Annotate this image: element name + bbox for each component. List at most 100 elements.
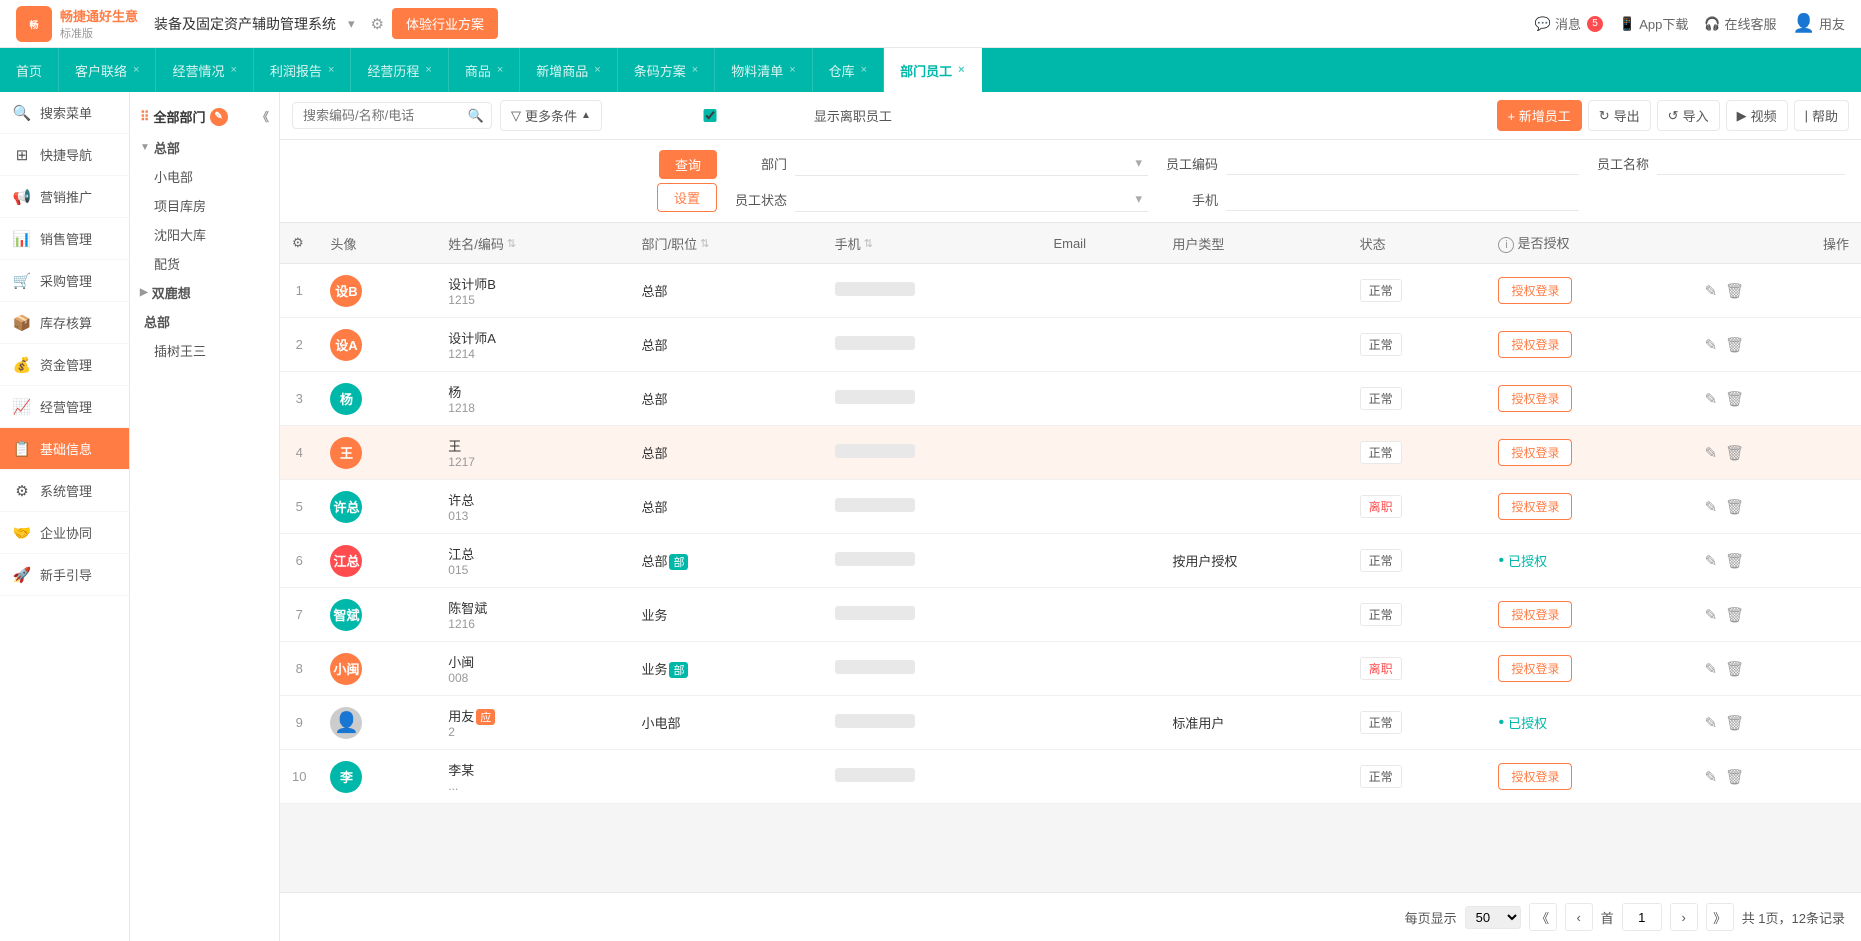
- dept-parent-0[interactable]: ▼ 总部: [130, 133, 279, 162]
- edit-row-button[interactable]: ✎: [1705, 390, 1718, 408]
- nav-tab-首页[interactable]: 首页: [0, 48, 59, 92]
- edit-row-button[interactable]: ✎: [1705, 768, 1718, 786]
- import-button[interactable]: ↺ 导入: [1657, 100, 1720, 131]
- last-page-button[interactable]: 》: [1706, 903, 1734, 931]
- filter-search-button[interactable]: 查询: [659, 150, 717, 179]
- dept-child-1[interactable]: 项目库房: [130, 191, 279, 220]
- col-settings[interactable]: ⚙: [280, 223, 318, 264]
- delete-row-button[interactable]: 🗑: [1725, 444, 1744, 462]
- collapse-tree-button[interactable]: 《: [257, 108, 269, 125]
- auth-login-button[interactable]: 授权登录: [1498, 763, 1572, 790]
- delete-row-button[interactable]: 🗑: [1725, 714, 1744, 732]
- delete-row-button[interactable]: 🗑: [1725, 552, 1744, 570]
- auth-login-button[interactable]: 授权登录: [1498, 385, 1572, 412]
- dept-tree-all[interactable]: ⠿ 全部部门 ✎ 《: [130, 100, 279, 133]
- delete-row-button[interactable]: 🗑: [1725, 660, 1744, 678]
- emp-code-input[interactable]: [1226, 151, 1579, 175]
- delete-row-button[interactable]: 🗑: [1725, 498, 1744, 516]
- delete-row-button[interactable]: 🗑: [1725, 282, 1744, 300]
- auth-login-button[interactable]: 授权登录: [1498, 655, 1572, 682]
- left-nav-item-系统管理[interactable]: ⚙系统管理: [0, 470, 129, 512]
- left-nav-item-资金管理[interactable]: 💰资金管理: [0, 344, 129, 386]
- close-tab-icon[interactable]: ×: [425, 64, 431, 76]
- next-page-button[interactable]: ›: [1670, 903, 1698, 931]
- left-nav-item-销售管理[interactable]: 📊销售管理: [0, 218, 129, 260]
- close-tab-icon[interactable]: ×: [789, 64, 795, 76]
- online-service-button[interactable]: 🎧 在线客服: [1704, 14, 1776, 33]
- export-button[interactable]: ↻ 导出: [1588, 100, 1651, 131]
- auth-login-button[interactable]: 授权登录: [1498, 493, 1572, 520]
- app-download-button[interactable]: 📱 App下载: [1619, 14, 1688, 33]
- col-phone[interactable]: 手机: [823, 223, 1042, 264]
- nav-tab-条码方案[interactable]: 条码方案×: [618, 48, 715, 92]
- close-tab-icon[interactable]: ×: [497, 64, 503, 76]
- left-nav-item-库存核算[interactable]: 📦库存核算: [0, 302, 129, 344]
- nav-tab-经营情况[interactable]: 经营情况×: [156, 48, 253, 92]
- video-button[interactable]: ▶ 视频: [1726, 100, 1788, 131]
- dept-parent-2[interactable]: 总部: [130, 307, 279, 336]
- delete-row-button[interactable]: 🗑: [1725, 768, 1744, 786]
- nav-tab-物料清单[interactable]: 物料清单×: [715, 48, 812, 92]
- close-tab-icon[interactable]: ×: [692, 64, 698, 76]
- dept-filter-select[interactable]: ▾: [795, 151, 1148, 176]
- prev-page-button[interactable]: ‹: [1565, 903, 1593, 931]
- auth-login-button[interactable]: 授权登录: [1498, 439, 1572, 466]
- left-nav-item-新手引导[interactable]: 🚀新手引导: [0, 554, 129, 596]
- left-nav-item-经营管理[interactable]: 📈经营管理: [0, 386, 129, 428]
- settings-icon[interactable]: ⚙: [371, 15, 384, 33]
- nav-tab-利润报告[interactable]: 利润报告×: [254, 48, 351, 92]
- left-nav-item-采购管理[interactable]: 🛒采购管理: [0, 260, 129, 302]
- edit-row-button[interactable]: ✎: [1705, 660, 1718, 678]
- col-name[interactable]: 姓名/编码: [436, 223, 629, 264]
- edit-row-button[interactable]: ✎: [1705, 552, 1718, 570]
- emp-status-select[interactable]: ▾: [795, 187, 1148, 212]
- left-nav-item-基础信息[interactable]: 📋基础信息: [0, 428, 129, 470]
- show-resigned-checkbox[interactable]: [610, 109, 810, 122]
- page-number-input[interactable]: [1622, 903, 1662, 931]
- close-tab-icon[interactable]: ×: [958, 64, 964, 76]
- edit-row-button[interactable]: ✎: [1705, 444, 1718, 462]
- show-resigned-label[interactable]: 显示离职员工: [610, 106, 892, 125]
- edit-row-button[interactable]: ✎: [1705, 606, 1718, 624]
- dept-child-3[interactable]: 配货: [130, 249, 279, 278]
- dropdown-icon[interactable]: ▾: [348, 16, 355, 32]
- nav-tab-新增商品[interactable]: 新增商品×: [520, 48, 617, 92]
- nav-tab-商品[interactable]: 商品×: [449, 48, 520, 92]
- edit-row-button[interactable]: ✎: [1705, 714, 1718, 732]
- search-input[interactable]: [292, 102, 492, 129]
- dept-child-4[interactable]: 插树王三: [130, 336, 279, 365]
- help-button[interactable]: | 帮助: [1794, 100, 1849, 131]
- edit-dept-button[interactable]: ✎: [210, 108, 228, 126]
- close-tab-icon[interactable]: ×: [594, 64, 600, 76]
- auth-login-button[interactable]: 授权登录: [1498, 331, 1572, 358]
- phone-input[interactable]: [1226, 187, 1579, 211]
- nav-tab-部门员工[interactable]: 部门员工×: [884, 48, 981, 92]
- delete-row-button[interactable]: 🗑: [1725, 336, 1744, 354]
- close-tab-icon[interactable]: ×: [230, 64, 236, 76]
- delete-row-button[interactable]: 🗑: [1725, 390, 1744, 408]
- dept-child-2[interactable]: 沈阳大库: [130, 220, 279, 249]
- per-page-select[interactable]: 50 20 100: [1465, 906, 1521, 929]
- edit-row-button[interactable]: ✎: [1705, 282, 1718, 300]
- try-industry-button[interactable]: 体验行业方案: [392, 8, 498, 39]
- edit-row-button[interactable]: ✎: [1705, 336, 1718, 354]
- left-nav-item-企业协同[interactable]: 🤝企业协同: [0, 512, 129, 554]
- left-nav-item-营销推广[interactable]: 📢营销推广: [0, 176, 129, 218]
- edit-row-button[interactable]: ✎: [1705, 498, 1718, 516]
- dept-parent-1[interactable]: ▶ 双鹿想: [130, 278, 279, 307]
- close-tab-icon[interactable]: ×: [328, 64, 334, 76]
- close-tab-icon[interactable]: ×: [861, 64, 867, 76]
- auth-login-button[interactable]: 授权登录: [1498, 601, 1572, 628]
- dept-child-0[interactable]: 小电部: [130, 162, 279, 191]
- nav-tab-经营历程[interactable]: 经营历程×: [351, 48, 448, 92]
- col-dept[interactable]: 部门/职位: [629, 223, 822, 264]
- left-nav-item-搜索菜单[interactable]: 🔍搜索菜单: [0, 92, 129, 134]
- delete-row-button[interactable]: 🗑: [1725, 606, 1744, 624]
- message-button[interactable]: 💬 消息 5: [1535, 14, 1603, 33]
- user-area[interactable]: 👤 用友: [1793, 13, 1845, 34]
- first-page-button[interactable]: 《: [1529, 903, 1557, 931]
- more-conditions-button[interactable]: ▽ 更多条件 ▲: [500, 100, 602, 131]
- add-employee-button[interactable]: + 新增员工: [1497, 100, 1582, 131]
- nav-tab-仓库[interactable]: 仓库×: [813, 48, 884, 92]
- search-icon[interactable]: 🔍: [468, 108, 484, 124]
